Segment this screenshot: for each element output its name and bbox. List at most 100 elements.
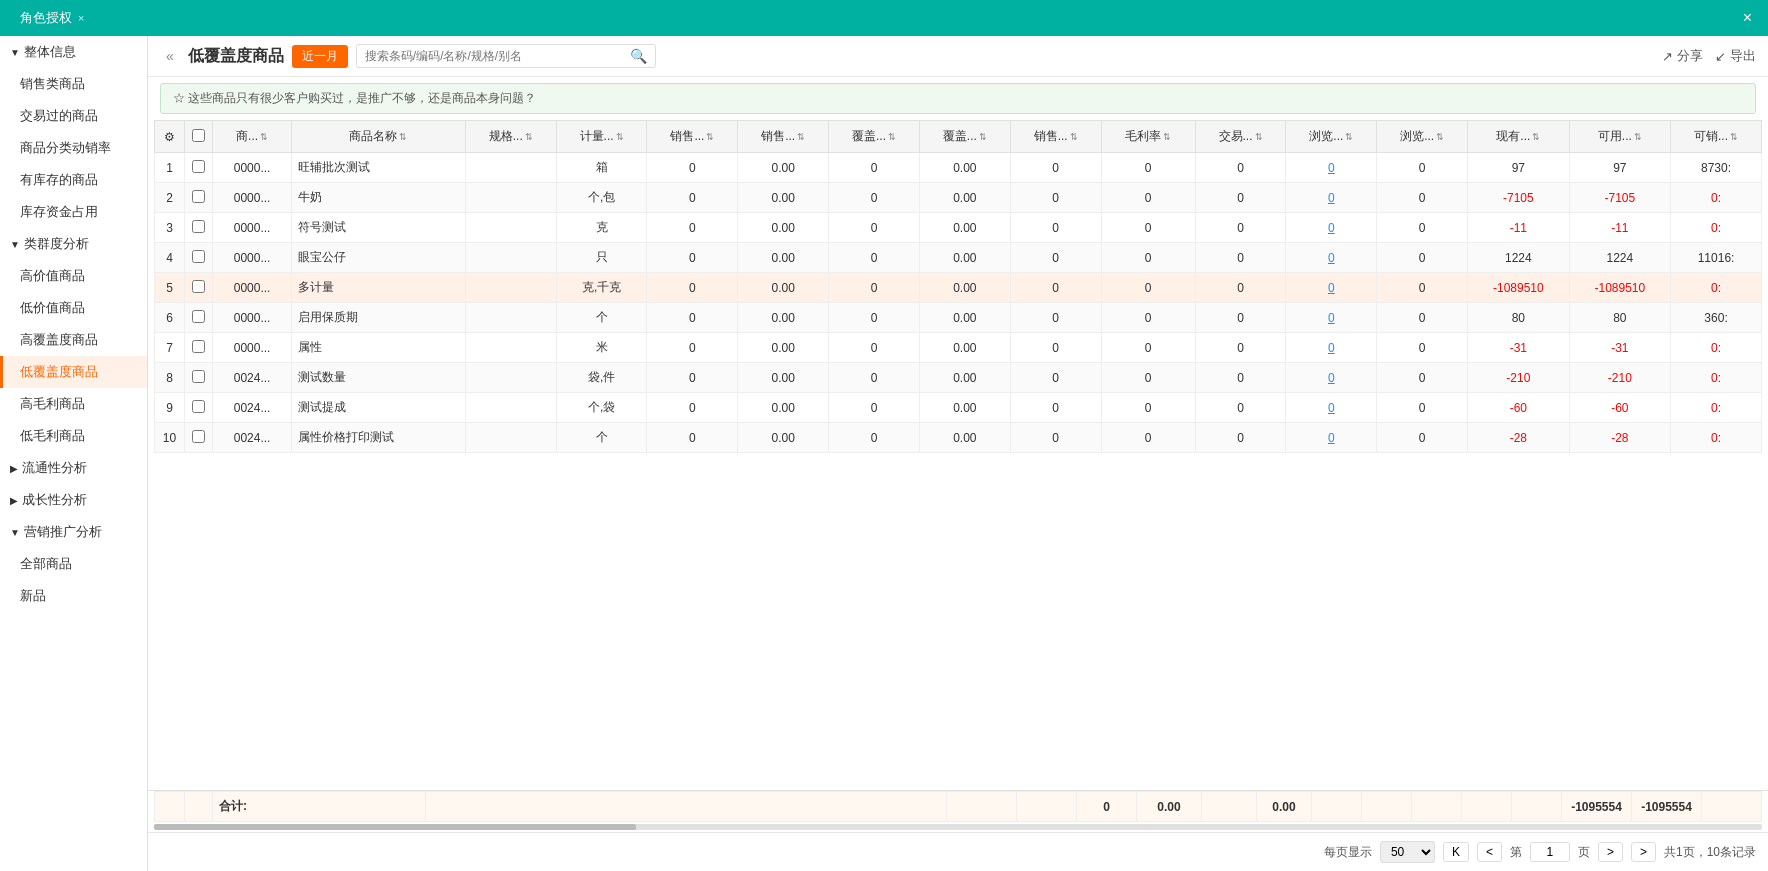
col-header-sales3[interactable]: 销售...⇅ [1010,121,1101,153]
nav-tab-close-6[interactable]: × [104,72,110,84]
nav-tab-close-5[interactable]: × [104,42,110,54]
share-button[interactable]: ↗ 分享 [1662,47,1703,65]
row-checkbox-4[interactable] [192,280,205,293]
nav-tab-close-8[interactable]: × [104,132,110,144]
col-header-available_stock[interactable]: 可用...⇅ [1569,121,1671,153]
sidebar-item-0-2[interactable]: 商品分类动销率 [0,132,147,164]
row-checkbox-9[interactable] [192,430,205,443]
page-size-select[interactable]: 50 20 100 [1380,841,1435,863]
cell-2-unit: 克 [556,213,647,243]
col-header-sales_amount[interactable]: 销售...⇅ [738,121,829,153]
cell-9-current: -28 [1468,423,1570,453]
col-header-name[interactable]: 商品名称⇅ [292,121,466,153]
sidebar-item-1-1[interactable]: 低价值商品 [0,292,147,324]
sidebar-content: ▼ 整体信息销售类商品交易过的商品商品分类动销率有库存的商品库存资金占用▼ 类群… [0,36,147,612]
sidebar-group-1[interactable]: ▼ 类群度分析 [0,228,147,260]
cell-0-browse1[interactable]: 0 [1286,153,1377,183]
cell-1-browse1[interactable]: 0 [1286,183,1377,213]
table-container[interactable]: ⚙商...⇅商品名称⇅规格...⇅计量...⇅销售...⇅销售...⇅覆盖...… [148,120,1768,790]
cell-9-unit: 个 [556,423,647,453]
sidebar-group-2[interactable]: ▶ 流通性分析 [0,452,147,484]
col-header-current_stock[interactable]: 现有...⇅ [1468,121,1570,153]
cell-3-checkbox[interactable] [185,243,213,273]
sidebar-item-0-1[interactable]: 交易过的商品 [0,100,147,132]
sidebar-item-4-1[interactable]: 新品 [0,580,147,612]
cell-8-name: 测试提成 [292,393,466,423]
nav-tab-close-7[interactable]: × [78,102,84,114]
col-header-unit[interactable]: 计量...⇅ [556,121,647,153]
cell-9-browse1[interactable]: 0 [1286,423,1377,453]
group-arrow-icon: ▶ [10,495,18,506]
nav-tab-close-4[interactable]: × [78,12,84,24]
col-header-coverage2[interactable]: 覆盖...⇅ [919,121,1010,153]
first-page-button[interactable]: K [1443,842,1469,862]
col-header-saleable[interactable]: 可销...⇅ [1671,121,1762,153]
row-checkbox-8[interactable] [192,400,205,413]
row-checkbox-3[interactable] [192,250,205,263]
col-header-coverage1[interactable]: 覆盖...⇅ [829,121,920,153]
row-checkbox-7[interactable] [192,370,205,383]
sidebar-group-0[interactable]: ▼ 整体信息 [0,36,147,68]
sidebar-item-1-0[interactable]: 高价值商品 [0,260,147,292]
row-checkbox-1[interactable] [192,190,205,203]
sidebar-item-0-0[interactable]: 销售类商品 [0,68,147,100]
sidebar-group-4[interactable]: ▼ 营销推广分析 [0,516,147,548]
page-number-input[interactable] [1530,842,1570,862]
cell-6-checkbox[interactable] [185,333,213,363]
cell-8-checkbox[interactable] [185,393,213,423]
collapse-sidebar-button[interactable]: « [160,46,180,66]
sidebar-item-0-3[interactable]: 有库存的商品 [0,164,147,196]
search-icon[interactable]: 🔍 [630,48,647,64]
cell-4-checkbox[interactable] [185,273,213,303]
cell-2-checkbox[interactable] [185,213,213,243]
col-header-sales_qty[interactable]: 销售...⇅ [647,121,738,153]
cell-9-code: 0024... [213,423,292,453]
prev-page-button[interactable]: < [1477,842,1502,862]
cell-9-trade: 0 [1195,423,1286,453]
cell-3-browse1[interactable]: 0 [1286,243,1377,273]
select-all-checkbox[interactable] [192,129,205,142]
cell-7-browse1[interactable]: 0 [1286,363,1377,393]
col-header-browse2[interactable]: 浏览...⇅ [1377,121,1468,153]
cell-5-checkbox[interactable] [185,303,213,333]
sidebar-group-3[interactable]: ▶ 成长性分析 [0,484,147,516]
last-page-button[interactable]: > [1631,842,1656,862]
cell-1-checkbox[interactable] [185,183,213,213]
next-page-button[interactable]: > [1598,842,1623,862]
row-checkbox-0[interactable] [192,160,205,173]
sidebar-item-1-2[interactable]: 高覆盖度商品 [0,324,147,356]
col-header-code[interactable]: 商...⇅ [213,121,292,153]
time-filter-button[interactable]: 近一月 [292,45,348,68]
col-header-browse1[interactable]: 浏览...⇅ [1286,121,1377,153]
sidebar-item-1-3[interactable]: 低覆盖度商品 [0,356,147,388]
nav-tab-4[interactable]: 角色授权× [8,3,122,33]
cell-7-checkbox[interactable] [185,363,213,393]
cell-8-spec [465,393,556,423]
cell-9-spec [465,423,556,453]
cell-2-browse1[interactable]: 0 [1286,213,1377,243]
sidebar-item-0-4[interactable]: 库存资金占用 [0,196,147,228]
close-all-tabs-button[interactable]: × [1735,9,1760,27]
col-header-spec[interactable]: 规格...⇅ [465,121,556,153]
cell-6-trade: 0 [1195,333,1286,363]
export-button[interactable]: ↙ 导出 [1715,47,1756,65]
row-checkbox-5[interactable] [192,310,205,323]
cell-8-browse1[interactable]: 0 [1286,393,1377,423]
row-checkbox-2[interactable] [192,220,205,233]
sidebar-item-1-5[interactable]: 低毛利商品 [0,420,147,452]
cell-4-code: 0000... [213,273,292,303]
cell-4-browse1[interactable]: 0 [1286,273,1377,303]
cell-5-current: 80 [1468,303,1570,333]
search-input[interactable] [365,49,626,63]
cell-5-browse1[interactable]: 0 [1286,303,1377,333]
col-header-trade[interactable]: 交易...⇅ [1195,121,1286,153]
sidebar-item-4-0[interactable]: 全部商品 [0,548,147,580]
cell-9-checkbox[interactable] [185,423,213,453]
row-checkbox-6[interactable] [192,340,205,353]
total-row: 合计: 0 0.00 0.00 [155,792,1762,822]
sidebar-item-1-4[interactable]: 高毛利商品 [0,388,147,420]
cell-6-browse1[interactable]: 0 [1286,333,1377,363]
cell-2-code: 0000... [213,213,292,243]
cell-0-checkbox[interactable] [185,153,213,183]
col-header-gross_margin[interactable]: 毛利率⇅ [1101,121,1195,153]
